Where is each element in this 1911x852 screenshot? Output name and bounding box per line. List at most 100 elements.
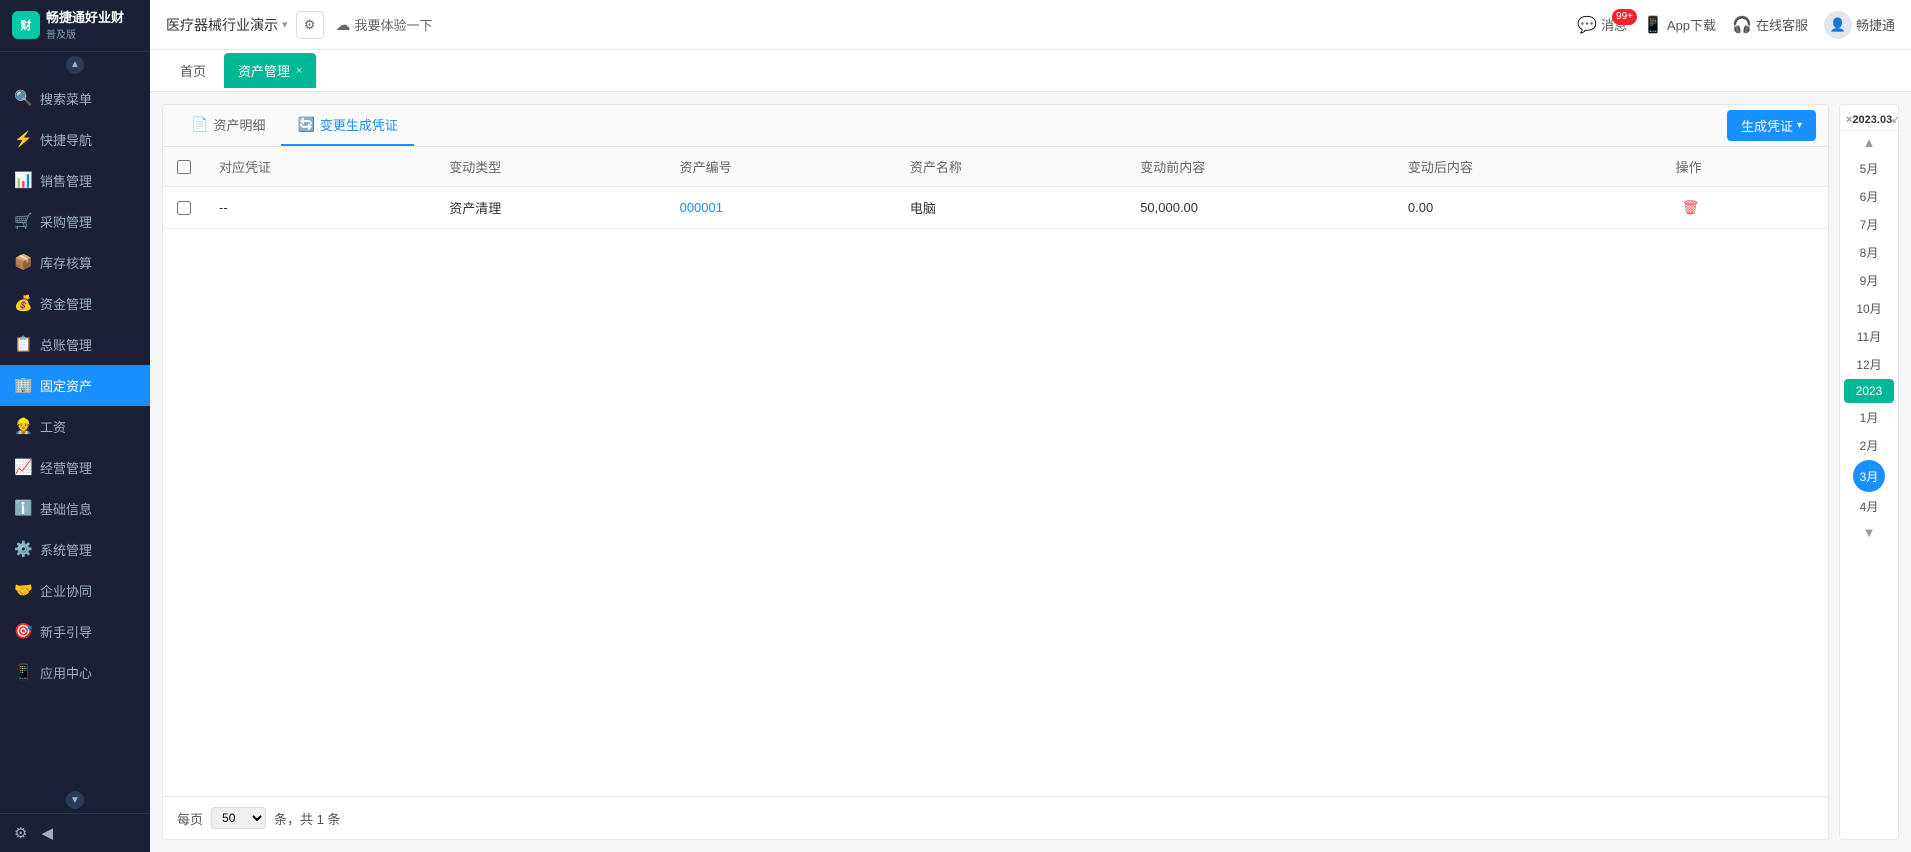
calendar-nav-down[interactable]: ▼ <box>1840 521 1898 544</box>
company-settings-btn[interactable]: ⚙ <box>296 11 324 39</box>
tab-asset-detail[interactable]: 📄 资产明细 <box>175 105 281 146</box>
col-checkbox <box>163 147 205 187</box>
sidebar-item-inventory[interactable]: 📦 库存核算 <box>0 242 150 283</box>
per-page-select[interactable]: 10 20 50 100 <box>211 807 266 829</box>
sidebar-item-payroll[interactable]: 👷 工资 <box>0 406 150 447</box>
capital-icon: 💰 <box>14 294 32 312</box>
calendar-expand-btn[interactable]: ⤢ <box>1892 113 1899 126</box>
collapse-btn[interactable]: ◀ <box>41 824 53 842</box>
calendar-month-9[interactable]: 9月 <box>1844 267 1894 294</box>
sidebar-bottom: ⚙ ◀ <box>0 813 150 852</box>
message-badge: 99+ <box>1612 9 1637 25</box>
sidebar-logo: 财 畅捷通好业财 普及版 <box>0 0 150 52</box>
row-change-type-cell: 资产清理 <box>435 187 665 229</box>
settings-btn[interactable]: ⚙ <box>14 824 27 842</box>
row-checkbox-cell <box>163 187 205 229</box>
tab-home[interactable]: 首页 <box>166 53 220 88</box>
col-after-change: 变动后内容 <box>1394 147 1662 187</box>
sidebar-scroll-down[interactable]: ▼ <box>0 787 150 813</box>
generate-voucher-btn[interactable]: 生成凭证 ▾ <box>1727 110 1816 141</box>
inner-tabs-left: 📄 资产明细 🔄 变更生成凭证 <box>175 105 414 146</box>
row-voucher-cell: -- <box>205 187 435 229</box>
tab-bar: 首页 资产管理 × <box>150 50 1911 92</box>
search-icon: 🔍 <box>14 89 32 107</box>
calendar-month-12[interactable]: 12月 <box>1844 351 1894 378</box>
sidebar-item-basic-info[interactable]: ℹ️ 基础信息 <box>0 488 150 529</box>
inventory-icon: 📦 <box>14 253 32 271</box>
calendar-month-11[interactable]: 11月 <box>1844 323 1894 350</box>
sales-icon: 📊 <box>14 171 32 189</box>
sidebar-item-guide[interactable]: 🎯 新手引导 <box>0 611 150 652</box>
user-profile-action[interactable]: 👤 畅捷通 <box>1824 11 1895 39</box>
messages-action[interactable]: 💬 消息 99+ <box>1577 15 1627 35</box>
calendar-scroll: ▲ 5月 6月 7月 8月 9月 10月 11月 12月 2023 1月 2月 … <box>1840 131 1898 839</box>
row-checkbox[interactable] <box>177 201 191 215</box>
sidebar-item-fixed-assets[interactable]: 🏢 固定资产 <box>0 365 150 406</box>
sidebar-item-enterprise[interactable]: 🤝 企业协同 <box>0 570 150 611</box>
service-icon: 🎧 <box>1732 15 1752 35</box>
calendar-panel: × 2023.03 ⤢ ▲ 5月 6月 7月 8月 9月 10月 11月 12月 <box>1839 104 1899 840</box>
calendar-month-6[interactable]: 6月 <box>1844 183 1894 210</box>
calendar-month-mar[interactable]: 3月 <box>1853 460 1885 492</box>
scroll-up-btn[interactable]: ▲ <box>66 56 84 74</box>
tab-change-voucher[interactable]: 🔄 变更生成凭证 <box>281 105 413 146</box>
operations-icon: 📈 <box>14 458 32 476</box>
sidebar-nav: 🔍 搜索菜单 ⚡ 快捷导航 📊 销售管理 🛒 采购管理 📦 库存核算 💰 资金管… <box>0 78 150 787</box>
pagination-bar: 每页 10 20 50 100 条，共 1 条 <box>163 796 1828 839</box>
change-voucher-icon: 🔄 <box>297 116 314 133</box>
select-all-checkbox[interactable] <box>177 160 191 174</box>
sidebar-item-capital[interactable]: 💰 资金管理 <box>0 283 150 324</box>
calendar-month-apr[interactable]: 4月 <box>1844 493 1894 520</box>
guide-icon: 🎯 <box>14 622 32 640</box>
generate-arrow-icon: ▾ <box>1797 120 1802 131</box>
calendar-month-8[interactable]: 8月 <box>1844 239 1894 266</box>
sidebar-item-operations[interactable]: 📈 经营管理 <box>0 447 150 488</box>
gear-icon: ⚙ <box>304 17 316 33</box>
row-operation-cell: 🗑 <box>1662 187 1828 229</box>
sidebar-item-search[interactable]: 🔍 搜索菜单 <box>0 78 150 119</box>
sidebar-scroll-up[interactable]: ▲ <box>0 52 150 78</box>
scroll-down-btn[interactable]: ▼ <box>66 791 84 809</box>
col-asset-name: 资产名称 <box>896 147 1126 187</box>
tab-asset-management[interactable]: 资产管理 × <box>224 53 316 88</box>
company-chevron-icon: ▾ <box>282 18 288 31</box>
experience-btn[interactable]: ☁ 我要体验一下 <box>336 15 433 34</box>
asset-detail-icon: 📄 <box>191 116 208 133</box>
calendar-month-5[interactable]: 5月 <box>1844 155 1894 182</box>
table-header-row: 对应凭证 变动类型 资产编号 资产名称 变动前内容 变动后内容 操作 <box>163 147 1828 187</box>
calendar-month-10[interactable]: 10月 <box>1844 295 1894 322</box>
row-before-change-cell: 50,000.00 <box>1126 187 1394 229</box>
download-icon: 📱 <box>1643 15 1663 35</box>
sidebar-item-sales[interactable]: 📊 销售管理 <box>0 160 150 201</box>
company-selector[interactable]: 医疗器械行业演示 ▾ <box>166 15 288 35</box>
sidebar-item-quick-nav[interactable]: ⚡ 快捷导航 <box>0 119 150 160</box>
tab-close-btn[interactable]: × <box>296 65 302 77</box>
calendar-month-7[interactable]: 7月 <box>1844 211 1894 238</box>
cloud-icon: ☁ <box>336 16 351 34</box>
calendar-month-feb[interactable]: 2月 <box>1844 432 1894 459</box>
calendar-month-jan[interactable]: 1月 <box>1844 404 1894 431</box>
col-before-change: 变动前内容 <box>1126 147 1394 187</box>
topbar-actions: 💬 消息 99+ 📱 App下载 🎧 在线客服 👤 畅捷通 <box>1577 11 1895 39</box>
sidebar-item-system[interactable]: ⚙️ 系统管理 <box>0 529 150 570</box>
calendar-header: × 2023.03 ⤢ <box>1840 105 1898 131</box>
table-row: -- 资产清理 000001 电脑 50,000.00 0.00 🗑 <box>163 187 1828 229</box>
avatar: 👤 <box>1824 11 1852 39</box>
logo-icon: 财 <box>12 11 40 39</box>
app-download-action[interactable]: 📱 App下载 <box>1643 15 1716 35</box>
fixed-assets-icon: 🏢 <box>14 376 32 394</box>
sidebar-item-app-center[interactable]: 📱 应用中心 <box>0 652 150 693</box>
logo-text: 畅捷通好业财 <box>46 10 124 26</box>
row-after-change-cell: 0.00 <box>1394 187 1662 229</box>
online-service-action[interactable]: 🎧 在线客服 <box>1732 15 1808 35</box>
sidebar-item-ledger[interactable]: 📋 总账管理 <box>0 324 150 365</box>
ledger-icon: 📋 <box>14 335 32 353</box>
purchase-icon: 🛒 <box>14 212 32 230</box>
sidebar-item-purchase[interactable]: 🛒 采购管理 <box>0 201 150 242</box>
app-center-icon: 📱 <box>14 663 32 681</box>
calendar-nav-up[interactable]: ▲ <box>1840 131 1898 154</box>
delete-row-btn[interactable]: 🗑 <box>1676 197 1706 218</box>
row-asset-code-cell[interactable]: 000001 <box>666 187 896 229</box>
calendar-year-2023[interactable]: 2023 <box>1844 379 1894 403</box>
col-operation: 操作 <box>1662 147 1828 187</box>
